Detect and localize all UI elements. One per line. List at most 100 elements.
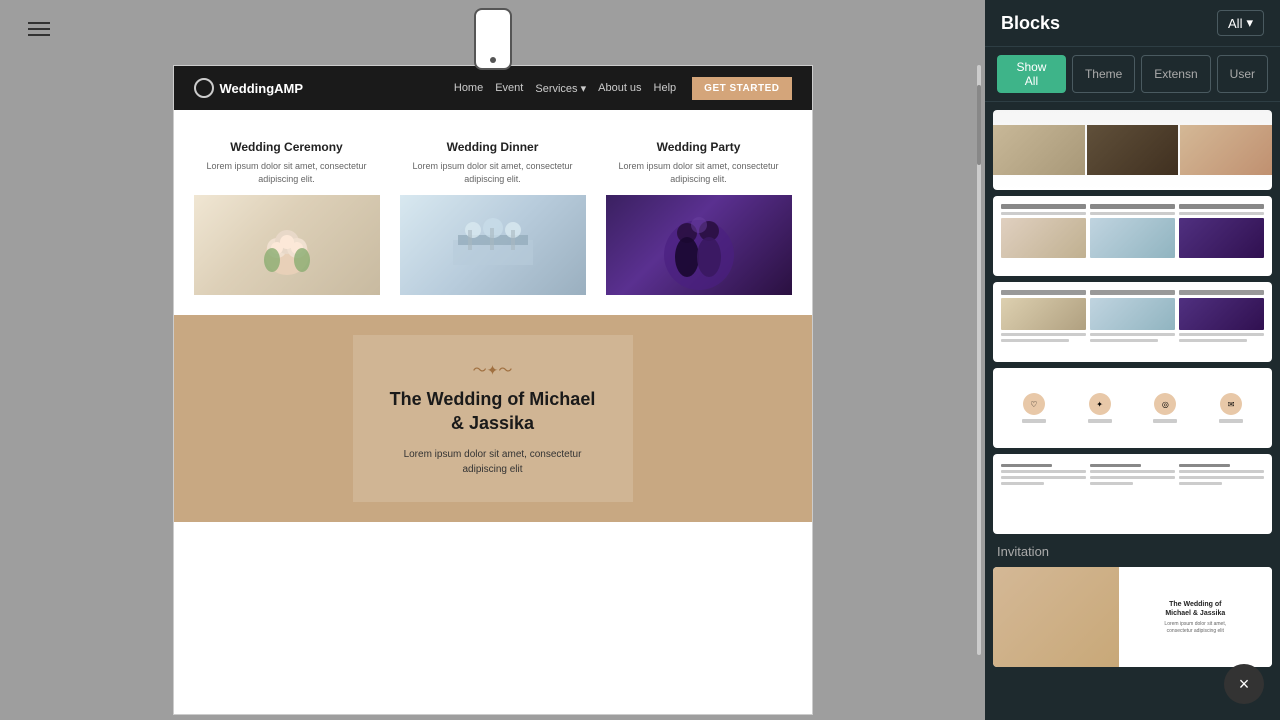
- table-illustration: [448, 210, 538, 280]
- thumb-icon-text-3: [1153, 419, 1177, 423]
- thumb-inv-bg: [993, 567, 1119, 667]
- close-icon: ×: [1239, 674, 1250, 695]
- nav-help[interactable]: Help: [654, 82, 677, 94]
- thumb-inv-text: Lorem ipsum dolor sit amet,consectetur a…: [1164, 621, 1226, 634]
- thumb-img-2: [1087, 125, 1179, 175]
- thumb-line-4: [1001, 482, 1044, 485]
- card-ceremony: Wedding Ceremony Lorem ipsum dolor sit a…: [194, 140, 380, 295]
- couple-illustration: [654, 195, 744, 295]
- website-preview: WeddingAMP Home Event Services ▾ About u…: [173, 65, 813, 715]
- invitation-card: 〜✦〜 The Wedding of Michael & Jassika Lor…: [353, 335, 633, 502]
- nav-links: Home Event Services ▾ About us Help: [454, 82, 676, 95]
- card-party-desc: Lorem ipsum dolor sit amet, consectetur …: [606, 160, 792, 185]
- card-dinner-title: Wedding Dinner: [447, 140, 539, 154]
- card-ceremony-image: [194, 195, 380, 295]
- card-dinner-desc: Lorem ipsum dolor sit amet, consectetur …: [400, 160, 586, 185]
- card-ceremony-title: Wedding Ceremony: [230, 140, 342, 154]
- thumb-icon-1: ♡: [1022, 393, 1046, 423]
- nav-about[interactable]: About us: [598, 82, 641, 94]
- thumb-text-3: [1179, 212, 1264, 215]
- thumb-icon-2: ✦: [1088, 393, 1112, 423]
- thumb-inv-card: The Wedding ofMichael & Jassika Lorem ip…: [1119, 567, 1272, 667]
- thumb-col-2: [1090, 464, 1175, 524]
- thumb-text-3-5: [1179, 333, 1264, 336]
- thumb-img-3-3: [1179, 298, 1264, 330]
- thumb-img-3-2: [1090, 298, 1175, 330]
- thumb-line-1: [1001, 464, 1052, 467]
- cards-section: Wedding Ceremony Lorem ipsum dolor sit a…: [174, 110, 812, 315]
- thumb-icon-text-2: [1088, 419, 1112, 423]
- card-party: Wedding Party Lorem ipsum dolor sit amet…: [606, 140, 792, 295]
- tab-user[interactable]: User: [1217, 55, 1268, 93]
- tab-show-all[interactable]: Show All: [997, 55, 1066, 93]
- nav-services[interactable]: Services ▾: [535, 82, 586, 95]
- thumb-card-1: [1001, 204, 1086, 258]
- block-preview-5[interactable]: [993, 454, 1272, 534]
- thumb-line-2: [1001, 470, 1086, 473]
- thumb-label-1: [1001, 204, 1086, 209]
- main-canvas: WeddingAMP Home Event Services ▾ About u…: [0, 0, 985, 720]
- brand-logo: WeddingAMP: [194, 78, 304, 98]
- hamburger-menu[interactable]: [28, 22, 50, 36]
- thumb-col-1: [1001, 464, 1086, 524]
- thumb-img-3: [1180, 125, 1272, 175]
- block-preview-1[interactable]: [993, 110, 1272, 190]
- all-dropdown[interactable]: All ▾: [1217, 10, 1264, 36]
- thumb-col-3: [1179, 464, 1264, 524]
- sidebar-blocks-list: ♡ ✦ ◎ ✉: [985, 102, 1280, 720]
- bouquet-illustration: [252, 210, 322, 280]
- thumb-icon-circle-1: ♡: [1023, 393, 1045, 415]
- nav-home[interactable]: Home: [454, 82, 483, 94]
- scroll-thumb: [977, 85, 981, 165]
- thumb-text-2: [1090, 212, 1175, 215]
- card-ceremony-desc: Lorem ipsum dolor sit amet, consectetur …: [194, 160, 380, 185]
- thumb-line-10: [1179, 470, 1264, 473]
- block-preview-4[interactable]: ♡ ✦ ◎ ✉: [993, 368, 1272, 448]
- thumb-icon-circle-3: ◎: [1154, 393, 1176, 415]
- brand-name: WeddingAMP: [220, 81, 304, 96]
- mobile-frame-icon: [474, 8, 512, 70]
- thumb-icon-4: ✉: [1219, 393, 1243, 423]
- tab-extension[interactable]: Extensn: [1141, 55, 1210, 93]
- cta-button[interactable]: GET STARTED: [692, 77, 791, 100]
- thumb-mini-cards-3: [993, 282, 1272, 362]
- thumb-icon-text-1: [1022, 419, 1046, 423]
- thumb-icon-3: ◎: [1153, 393, 1177, 423]
- ring-icon: [194, 78, 214, 98]
- card-dinner: Wedding Dinner Lorem ipsum dolor sit ame…: [400, 140, 586, 295]
- thumb-card-3-2: [1090, 290, 1175, 342]
- tab-theme[interactable]: Theme: [1072, 55, 1135, 93]
- thumb-img-1: [993, 125, 1085, 175]
- thumb-icon-text-4: [1219, 419, 1243, 423]
- thumb-img-bouquet: [1001, 218, 1086, 258]
- sidebar: Blocks All ▾ Show All Theme Extensn User: [985, 0, 1280, 720]
- nav-event[interactable]: Event: [495, 82, 523, 94]
- thumb-line-5: [1090, 464, 1141, 467]
- block-preview-invitation[interactable]: The Wedding ofMichael & Jassika Lorem ip…: [993, 567, 1272, 667]
- invitation-section-label: Invitation: [993, 540, 1272, 561]
- thumb-card-2: [1090, 204, 1175, 258]
- thumb-text-cols: [993, 454, 1272, 534]
- block-preview-3[interactable]: [993, 282, 1272, 362]
- thumb-icon-circle-2: ✦: [1089, 393, 1111, 415]
- invitation-section: 〜✦〜 The Wedding of Michael & Jassika Lor…: [174, 315, 812, 522]
- sidebar-title: Blocks: [1001, 13, 1060, 34]
- close-button[interactable]: ×: [1224, 664, 1264, 704]
- invitation-body: Lorem ipsum dolor sit amet, consectetur …: [383, 447, 603, 477]
- thumb-text-3-1: [1001, 333, 1086, 336]
- block-preview-2[interactable]: [993, 196, 1272, 276]
- thumb-card-3-3: [1179, 290, 1264, 342]
- sidebar-header: Blocks All ▾: [985, 0, 1280, 47]
- thumb-card-3-1: [1001, 290, 1086, 342]
- filter-tabs: Show All Theme Extensn User: [985, 47, 1280, 102]
- thumb-img-table: [1090, 218, 1175, 258]
- thumb-img-3-1: [1001, 298, 1086, 330]
- thumb-text-3-4: [1090, 339, 1158, 342]
- thumb-label-2: [1090, 204, 1175, 209]
- thumb-line-11: [1179, 476, 1264, 479]
- thumb-label-3-2: [1090, 290, 1175, 295]
- thumb-line-3: [1001, 476, 1086, 479]
- thumb-line-8: [1090, 482, 1133, 485]
- thumb-inv-title: The Wedding ofMichael & Jassika: [1165, 600, 1225, 618]
- invitation-heading: The Wedding of Michael & Jassika: [383, 388, 603, 435]
